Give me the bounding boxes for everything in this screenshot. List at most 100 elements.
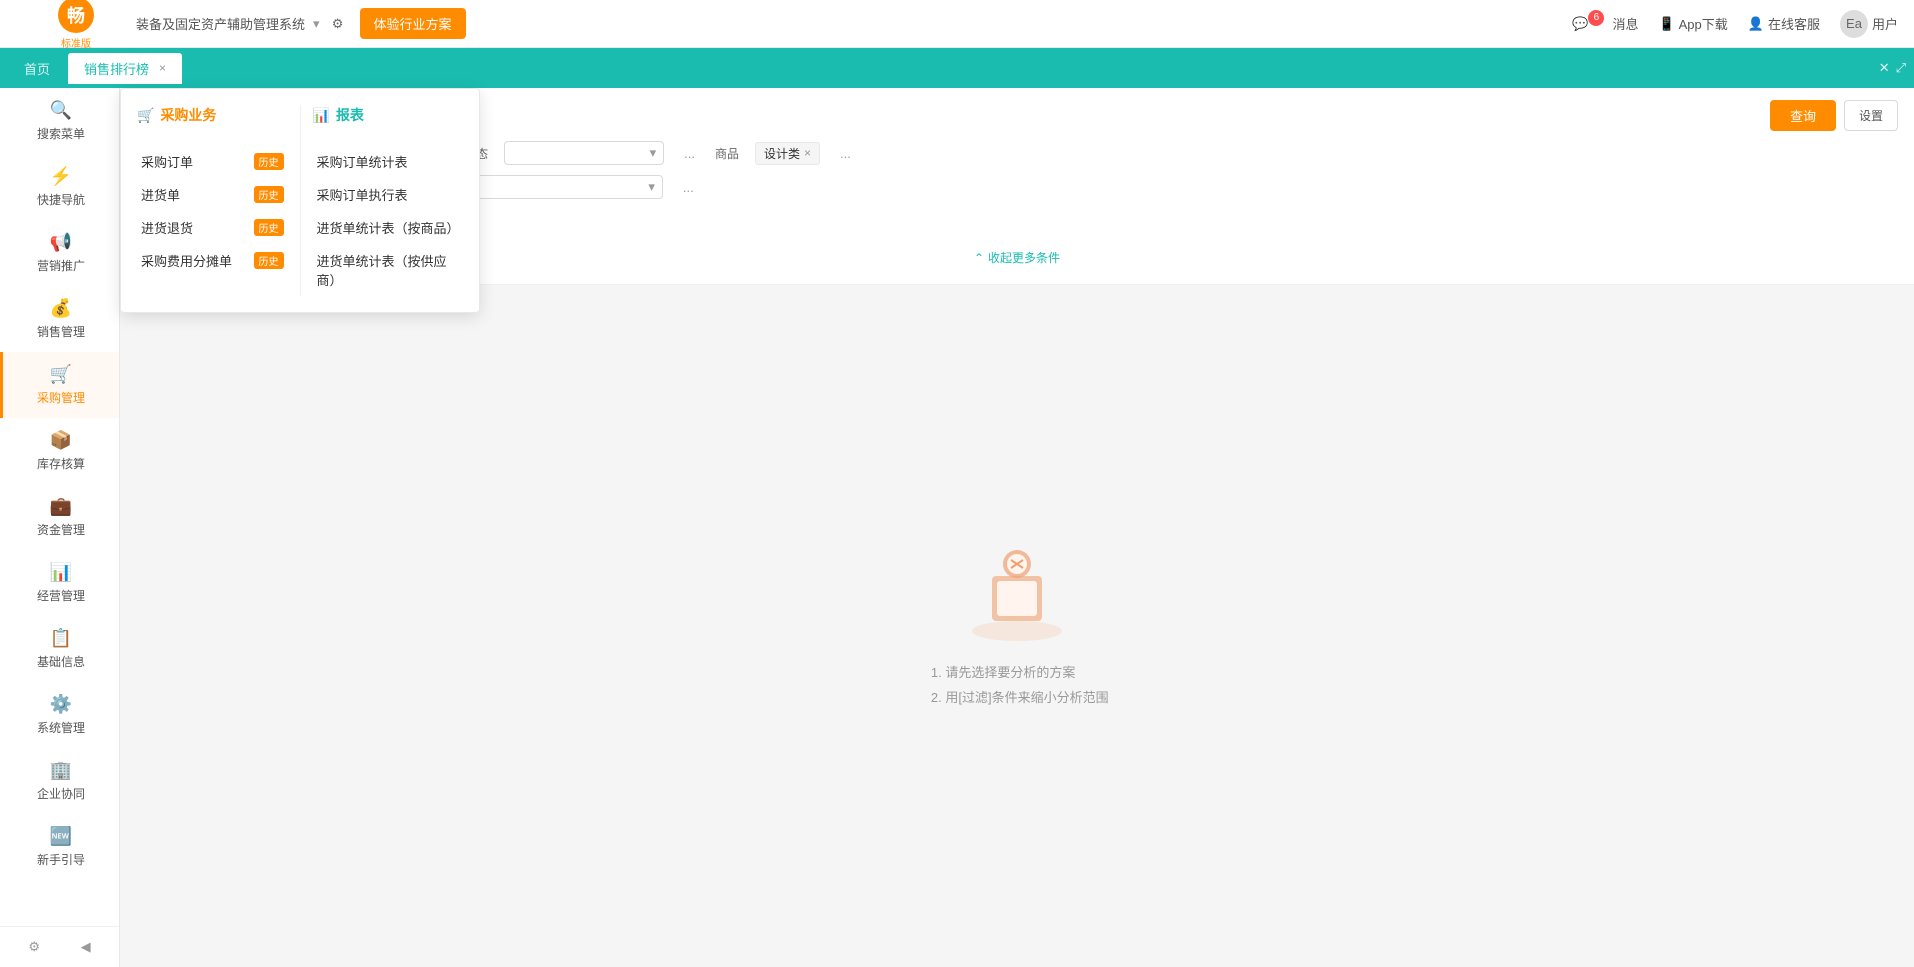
sidebar-collapse-button[interactable]: ◀ <box>81 939 91 955</box>
basic-info-icon: 📋 <box>50 628 72 649</box>
report-col-icon: 📊 <box>313 107 330 124</box>
sidebar-item-finance[interactable]: 💼 资金管理 <box>0 484 119 550</box>
sidebar-item-inventory[interactable]: 📦 库存核算 <box>0 418 119 484</box>
quick-nav-icon: ⚡ <box>50 166 72 187</box>
marketing-icon: 📢 <box>50 232 72 253</box>
system-title: 装备及固定资产辅助管理系统 ▾ <box>136 14 320 33</box>
system-title-text: 装备及固定资产辅助管理系统 <box>136 14 305 33</box>
sidebar-settings-button[interactable]: ⚙ <box>28 939 40 955</box>
order-status-select[interactable] <box>504 141 664 165</box>
purchase-dropdown-menu: 🛒 采购业务 采购订单 历史 进货单 历史 进货退货 历史 采购费用分摊单 历史… <box>120 88 480 313</box>
purchase-expense-label: 采购费用分摊单 <box>141 251 232 270</box>
sidebar-item-purchase[interactable]: 🛒 采购管理 <box>0 352 119 418</box>
sidebar-item-system[interactable]: ⚙️ 系统管理 <box>0 682 119 748</box>
message-badge: 6 <box>1588 10 1604 26</box>
order-status-dots[interactable]: ... <box>680 146 699 161</box>
dropdown-goods-stat-product[interactable]: 进货单统计表（按商品） <box>313 211 464 244</box>
sidebar-sales-label: 销售管理 <box>37 323 85 340</box>
guide-icon: 🆕 <box>50 826 72 847</box>
sidebar-item-operations[interactable]: 📊 经营管理 <box>0 550 119 616</box>
sidebar-guide-label: 新手引导 <box>37 851 85 868</box>
sidebar-item-enterprise[interactable]: 🏢 企业协同 <box>0 748 119 814</box>
purchase-icon: 🛒 <box>50 364 72 385</box>
salesperson-select-wrap[interactable] <box>463 175 663 199</box>
sidebar-item-search-menu[interactable]: 🔍 搜索菜单 <box>0 88 119 154</box>
dropdown-purchase-order-stat[interactable]: 采购订单统计表 <box>313 145 464 178</box>
logo-area: 畅 标准版 <box>16 0 136 50</box>
sidebar-basic-info-label: 基础信息 <box>37 653 85 670</box>
goods-receipt-label: 进货单 <box>141 185 180 204</box>
user-item[interactable]: Ea 用户 <box>1840 10 1898 38</box>
purchase-col-title: 🛒 采购业务 <box>137 105 288 133</box>
purchase-col-icon: 🛒 <box>137 107 154 124</box>
system-icon: ⚙️ <box>50 694 72 715</box>
goods-return-history: 历史 <box>254 219 284 236</box>
dropdown-goods-stat-supplier[interactable]: 进货单统计表（按供应商） <box>313 244 464 296</box>
industry-button[interactable]: 体验行业方案 <box>360 8 466 39</box>
order-status-select-wrap[interactable] <box>504 141 664 165</box>
logo-text: 标准版 <box>61 35 91 50</box>
sidebar-marketing-label: 营销推广 <box>37 257 85 274</box>
tab-fullscreen-icon: ⤢ <box>1896 60 1906 76</box>
collapse-up-icon: ⌃ <box>974 251 984 265</box>
query-button[interactable]: 查询 <box>1770 100 1836 131</box>
goods-tag: 设计类 × <box>755 142 820 165</box>
message-item[interactable]: 💬 6 消息 <box>1572 14 1638 33</box>
app-download-label: App下载 <box>1679 14 1728 33</box>
sidebar-enterprise-label: 企业协同 <box>37 785 85 802</box>
empty-tip-1: 请先选择要分析的方案 <box>945 662 1108 681</box>
dropdown-purchase-order[interactable]: 采购订单 历史 <box>137 145 288 178</box>
tab-close-icon: ✕ <box>1879 60 1890 76</box>
setting-button[interactable]: 设置 <box>1844 100 1898 131</box>
sidebar-quick-nav-label: 快捷导航 <box>37 191 85 208</box>
sidebar-inventory-label: 库存核算 <box>37 455 85 472</box>
avatar: Ea <box>1840 10 1868 38</box>
system-dropdown-arrow[interactable]: ▾ <box>313 16 320 32</box>
purchase-order-history: 历史 <box>254 153 284 170</box>
app-download-item[interactable]: 📱 App下载 <box>1658 14 1727 33</box>
report-col: 📊 报表 采购订单统计表 采购订单执行表 进货单统计表（按商品） 进货单统计表（… <box>313 105 464 296</box>
user-label: 用户 <box>1872 14 1898 33</box>
goods-return-label: 进货退货 <box>141 218 193 237</box>
dropdown-goods-receipt[interactable]: 进货单 历史 <box>137 178 288 211</box>
enterprise-icon: 🏢 <box>50 760 72 781</box>
phone-icon: 📱 <box>1658 16 1674 32</box>
sidebar-bottom: ⚙ ◀ <box>0 926 119 967</box>
report-col-title-text: 报表 <box>336 105 364 125</box>
search-menu-icon: 🔍 <box>50 100 72 121</box>
message-icon: 💬 <box>1572 16 1588 32</box>
sales-icon: 💰 <box>50 298 72 319</box>
dropdown-purchase-expense[interactable]: 采购费用分摊单 历史 <box>137 244 288 277</box>
sidebar-item-sales[interactable]: 💰 销售管理 <box>0 286 119 352</box>
top-right: 💬 6 消息 📱 App下载 👤 在线客服 Ea 用户 <box>1572 10 1898 38</box>
salesperson-dots[interactable]: ... <box>679 180 698 195</box>
sidebar-search-menu-label: 搜索菜单 <box>37 125 85 142</box>
sidebar-item-marketing[interactable]: 📢 营销推广 <box>0 220 119 286</box>
nav-tabs: 首页 销售排行榜 × ✕ ⤢ <box>0 48 1914 88</box>
tab-close-button[interactable]: × <box>159 61 166 75</box>
empty-tips: 请先选择要分析的方案 用[过滤]条件来缩小分析范围 <box>925 662 1108 706</box>
sidebar-item-guide[interactable]: 🆕 新手引导 <box>0 814 119 880</box>
sidebar-item-basic-info[interactable]: 📋 基础信息 <box>0 616 119 682</box>
goods-label: 商品 <box>715 145 739 162</box>
sidebar-finance-label: 资金管理 <box>37 521 85 538</box>
tab-expand-button[interactable]: ✕ ⤢ <box>1879 60 1906 76</box>
purchase-expense-history: 历史 <box>254 252 284 269</box>
dropdown-purchase-order-exec[interactable]: 采购订单执行表 <box>313 178 464 211</box>
online-service-item[interactable]: 👤 在线客服 <box>1748 14 1820 33</box>
finance-icon: 💼 <box>50 496 72 517</box>
dropdown-goods-return[interactable]: 进货退货 历史 <box>137 211 288 244</box>
salesperson-select[interactable] <box>463 175 663 199</box>
gear-button[interactable]: ⚙ <box>324 10 352 38</box>
goods-tag-close[interactable]: × <box>804 146 811 160</box>
purchase-col: 🛒 采购业务 采购订单 历史 进货单 历史 进货退货 历史 采购费用分摊单 历史 <box>137 105 288 296</box>
logo-icon: 畅 <box>58 0 94 33</box>
goods-dots[interactable]: ... <box>836 146 855 161</box>
sidebar-purchase-label: 采购管理 <box>37 389 85 406</box>
tab-sales-rank-label: 销售排行榜 <box>84 59 149 78</box>
sidebar-item-quick-nav[interactable]: ⚡ 快捷导航 <box>0 154 119 220</box>
tab-home[interactable]: 首页 <box>8 53 66 84</box>
service-icon: 👤 <box>1748 16 1764 32</box>
tab-sales-rank[interactable]: 销售排行榜 × <box>68 53 182 84</box>
dropdown-divider <box>300 105 301 296</box>
